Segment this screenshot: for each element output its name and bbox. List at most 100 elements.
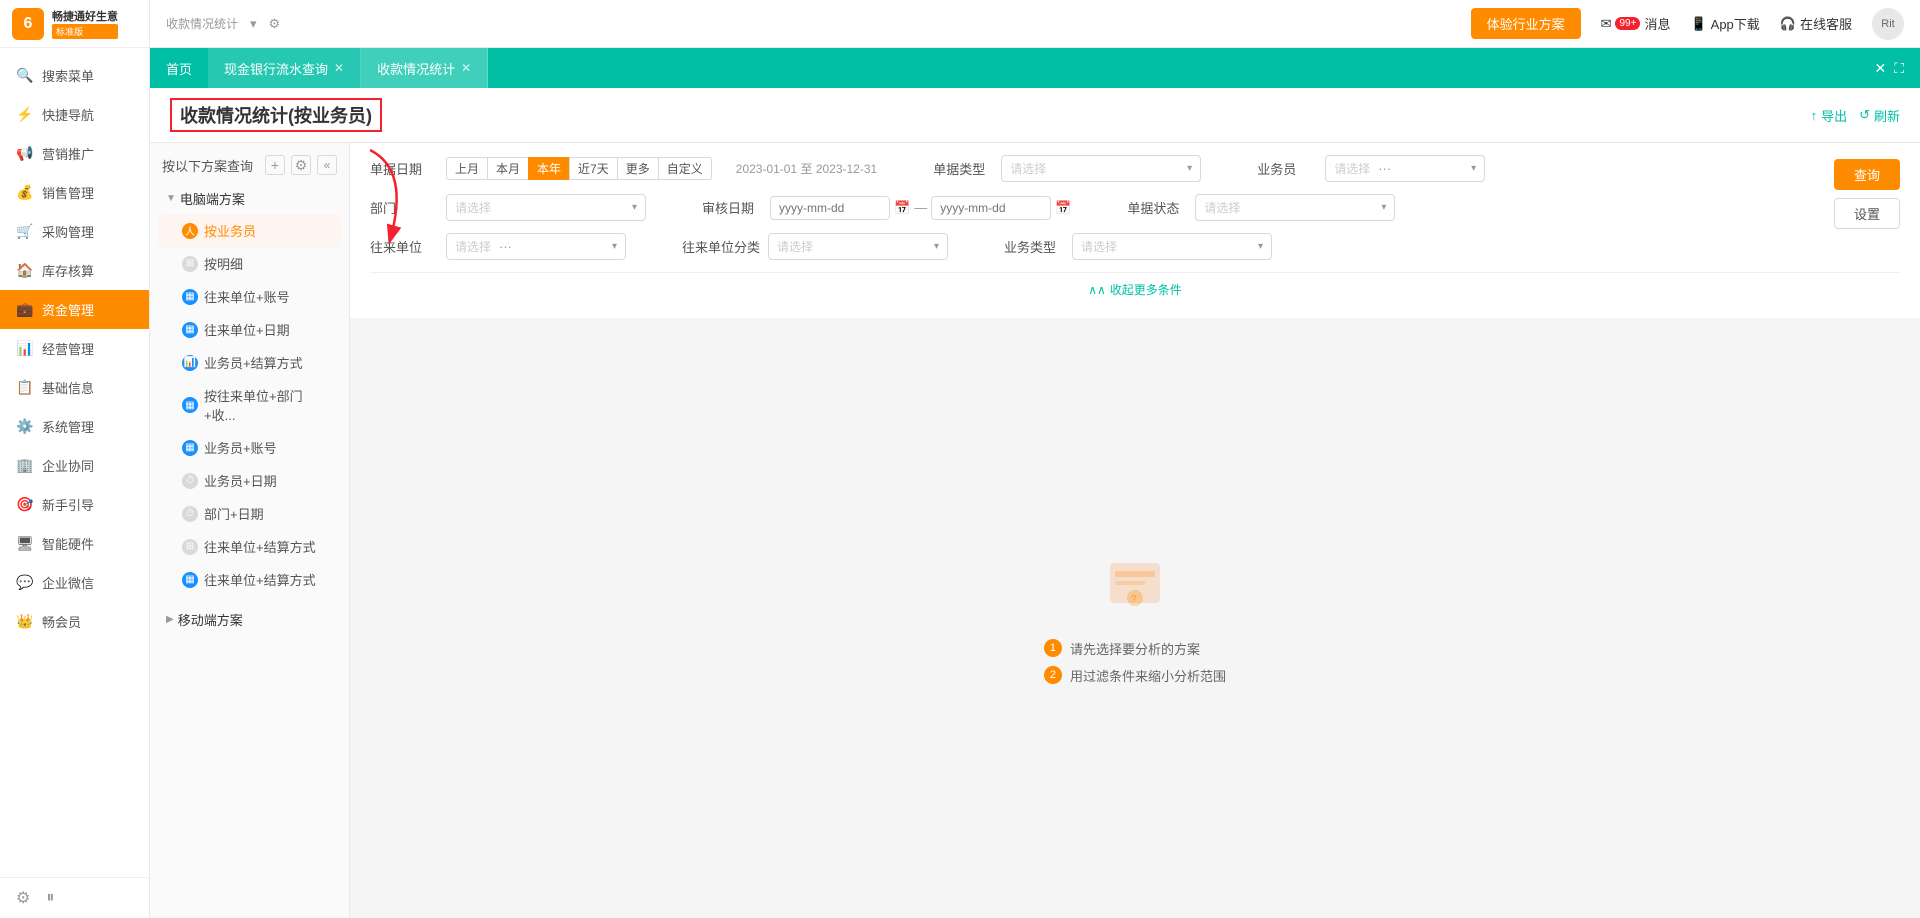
header-left: 收款情况统计 ▾ ⚙ — [166, 15, 280, 32]
tab-bar-actions: ✕ ⛶ — [1858, 60, 1920, 77]
tree-item-unit-account[interactable]: ▦ 往来单位+账号 — [158, 280, 341, 313]
biz-type-chevron: ▾ — [1258, 241, 1263, 252]
tab-home[interactable]: 首页 — [150, 48, 208, 88]
sidebar-item-finance[interactable]: 💼 资金管理 — [0, 290, 149, 329]
voucher-type-chevron: ▾ — [1187, 163, 1192, 174]
date-tab-last-month[interactable]: 上月 — [446, 157, 487, 180]
tab-bank-flow[interactable]: 现金银行流水查询 ✕ — [208, 48, 361, 88]
voucher-status-group: 单据状态 请选择 ▾ — [1127, 194, 1395, 221]
collapse-icon[interactable]: ⏸ — [46, 889, 54, 907]
voucher-status-select[interactable]: 请选择 ▾ — [1195, 194, 1395, 221]
biz-type-label: 业务类型 — [1004, 237, 1064, 256]
sidebar-item-wechat[interactable]: 💬 企业微信 — [0, 563, 149, 602]
tree-item-salesperson-account[interactable]: ▦ 业务员+账号 — [158, 431, 341, 464]
date-tab-more[interactable]: 更多 — [617, 157, 658, 180]
settings-icon[interactable]: ⚙ — [16, 888, 30, 908]
date-tab-this-month[interactable]: 本月 — [487, 157, 528, 180]
trial-button[interactable]: 体验行业方案 — [1471, 8, 1581, 39]
dropdown-icon[interactable]: ▾ — [250, 16, 257, 32]
close-all-icon[interactable]: ✕ — [1874, 60, 1886, 77]
message-area[interactable]: ✉ 99+ 消息 — [1601, 14, 1671, 33]
page-title: 收款情况统计(按业务员) — [170, 98, 382, 132]
maximize-icon[interactable]: ⛶ — [1894, 60, 1904, 77]
wechat-icon: 💬 — [16, 574, 34, 591]
marketing-icon: 📢 — [16, 145, 34, 162]
sidebar-item-guide[interactable]: 🎯 新手引导 — [0, 485, 149, 524]
settings-button[interactable]: 设置 — [1834, 198, 1900, 229]
partner-category-chevron: ▾ — [934, 241, 939, 252]
collapse-panel-button[interactable]: « — [317, 155, 337, 175]
sidebar-item-marketing[interactable]: 📢 营销推广 — [0, 134, 149, 173]
partner-select[interactable]: 请选择 ··· ▾ — [446, 233, 626, 260]
tree-item-salesperson-date[interactable]: ⏱ 业务员+日期 — [158, 464, 341, 497]
query-button[interactable]: 查询 — [1834, 159, 1900, 190]
review-date-start[interactable] — [770, 196, 890, 220]
tree-item-detail[interactable]: ⊞ 按明细 — [158, 247, 341, 280]
unit-account-icon: ▦ — [182, 289, 198, 305]
tab-close-receipt[interactable]: ✕ — [461, 61, 471, 75]
enterprise-icon: 🏢 — [16, 457, 34, 474]
tree-item-unit-settle1[interactable]: ⊞ 往来单位+结算方式 — [158, 530, 341, 563]
sidebar-item-sales[interactable]: 💰 销售管理 — [0, 173, 149, 212]
dept-select[interactable]: 请选择 ▾ — [446, 194, 646, 221]
content-wrapper: 收款情况统计(按业务员) ↑ 导出 ↺ 刷新 按以下方案查询 + — [150, 88, 1920, 918]
sidebar-item-inventory[interactable]: 🏠 库存核算 — [0, 251, 149, 290]
tab-close-bank[interactable]: ✕ — [334, 61, 344, 75]
filter-buttons: 查询 设置 — [1834, 155, 1900, 229]
tree-item-salesperson-settle[interactable]: 📊 业务员+结算方式 — [158, 346, 341, 379]
more-dots-salesperson[interactable]: ··· — [1374, 161, 1395, 176]
date-range-value: 2023-01-01 至 2023-12-31 — [736, 160, 877, 177]
date-tab-custom[interactable]: 自定义 — [658, 157, 712, 180]
tree-item-dept-date[interactable]: ⏱ 部门+日期 — [158, 497, 341, 530]
more-dots-partner[interactable]: ··· — [495, 239, 516, 254]
salesperson-select[interactable]: 请选择 ··· ▾ — [1325, 155, 1485, 182]
detail-icon: ⊞ — [182, 256, 198, 272]
date-label: 单据日期 — [370, 159, 430, 178]
tree-parent-mobile[interactable]: ▶ 移动端方案 — [158, 604, 341, 635]
user-avatar[interactable]: Rit — [1872, 8, 1904, 40]
collapse-bar[interactable]: ∧∧ 收起更多条件 — [370, 272, 1900, 306]
sidebar-item-enterprise[interactable]: 🏢 企业协同 — [0, 446, 149, 485]
biz-type-select[interactable]: 请选择 ▾ — [1072, 233, 1272, 260]
app-icon: 📱 — [1690, 16, 1706, 32]
operation-icon: 📊 — [16, 340, 34, 357]
salesperson-icon: 人 — [182, 223, 198, 239]
tab-receipt-stat[interactable]: 收款情况统计 ✕ — [361, 48, 488, 88]
sidebar-item-system[interactable]: ⚙️ 系统管理 — [0, 407, 149, 446]
sidebar-item-hardware[interactable]: 🖥 智能硬件 — [0, 524, 149, 563]
sidebar-item-operation[interactable]: 📊 经营管理 — [0, 329, 149, 368]
date-tab-7days[interactable]: 近7天 — [569, 157, 617, 180]
sidebar-item-quick-nav[interactable]: ⚡ 快捷导航 — [0, 95, 149, 134]
app-download-area[interactable]: 📱 App下载 — [1690, 14, 1759, 33]
add-scheme-button[interactable]: + — [265, 155, 285, 175]
service-area[interactable]: 🎧 在线客服 — [1780, 14, 1852, 33]
tree-item-unit-date[interactable]: ▦ 往来单位+日期 — [158, 313, 341, 346]
dept-label: 部门 — [370, 198, 430, 217]
settings-scheme-button[interactable]: ⚙ — [291, 155, 311, 175]
settings-header-icon[interactable]: ⚙ — [269, 16, 281, 32]
search-menu-icon: 🔍 — [16, 67, 34, 84]
empty-steps: 1 请先选择要分析的方案 2 用过滤条件来缩小分析范围 — [1044, 639, 1226, 693]
sidebar-item-member[interactable]: 👑 畅会员 — [0, 602, 149, 641]
refresh-button[interactable]: ↺ 刷新 — [1859, 106, 1900, 125]
logo-area: 6 畅捷通好生意 标准版 — [0, 0, 149, 48]
guide-icon: 🎯 — [16, 496, 34, 513]
date-tab-this-year[interactable]: 本年 — [528, 157, 569, 180]
tree-parent-desktop[interactable]: ▼ 电脑端方案 — [158, 183, 341, 214]
review-date-end[interactable] — [931, 196, 1051, 220]
tree-item-unit-dept-collect[interactable]: ▦ 按往来单位+部门+收... — [158, 379, 341, 431]
tree-item-unit-settle2[interactable]: ▦ 往来单位+结算方式 — [158, 563, 341, 596]
export-button[interactable]: ↑ 导出 — [1811, 106, 1848, 125]
voucher-type-select[interactable]: 请选择 ▾ — [1001, 155, 1201, 182]
salesperson-settle-icon: 📊 — [182, 355, 198, 371]
partner-category-select[interactable]: 请选择 ▾ — [768, 233, 948, 260]
empty-step-1: 1 请先选择要分析的方案 — [1044, 639, 1226, 658]
voucher-type-group: 单据类型 请选择 ▾ — [933, 155, 1201, 182]
tree-item-salesperson[interactable]: 人 按业务员 — [158, 214, 341, 247]
finance-icon: 💼 — [16, 301, 34, 318]
message-badge: 99+ — [1615, 17, 1640, 30]
sidebar-item-search[interactable]: 🔍 搜索菜单 — [0, 56, 149, 95]
app-label: App下载 — [1711, 14, 1760, 33]
sidebar-item-basic[interactable]: 📋 基础信息 — [0, 368, 149, 407]
sidebar-item-purchase[interactable]: 🛒 采购管理 — [0, 212, 149, 251]
